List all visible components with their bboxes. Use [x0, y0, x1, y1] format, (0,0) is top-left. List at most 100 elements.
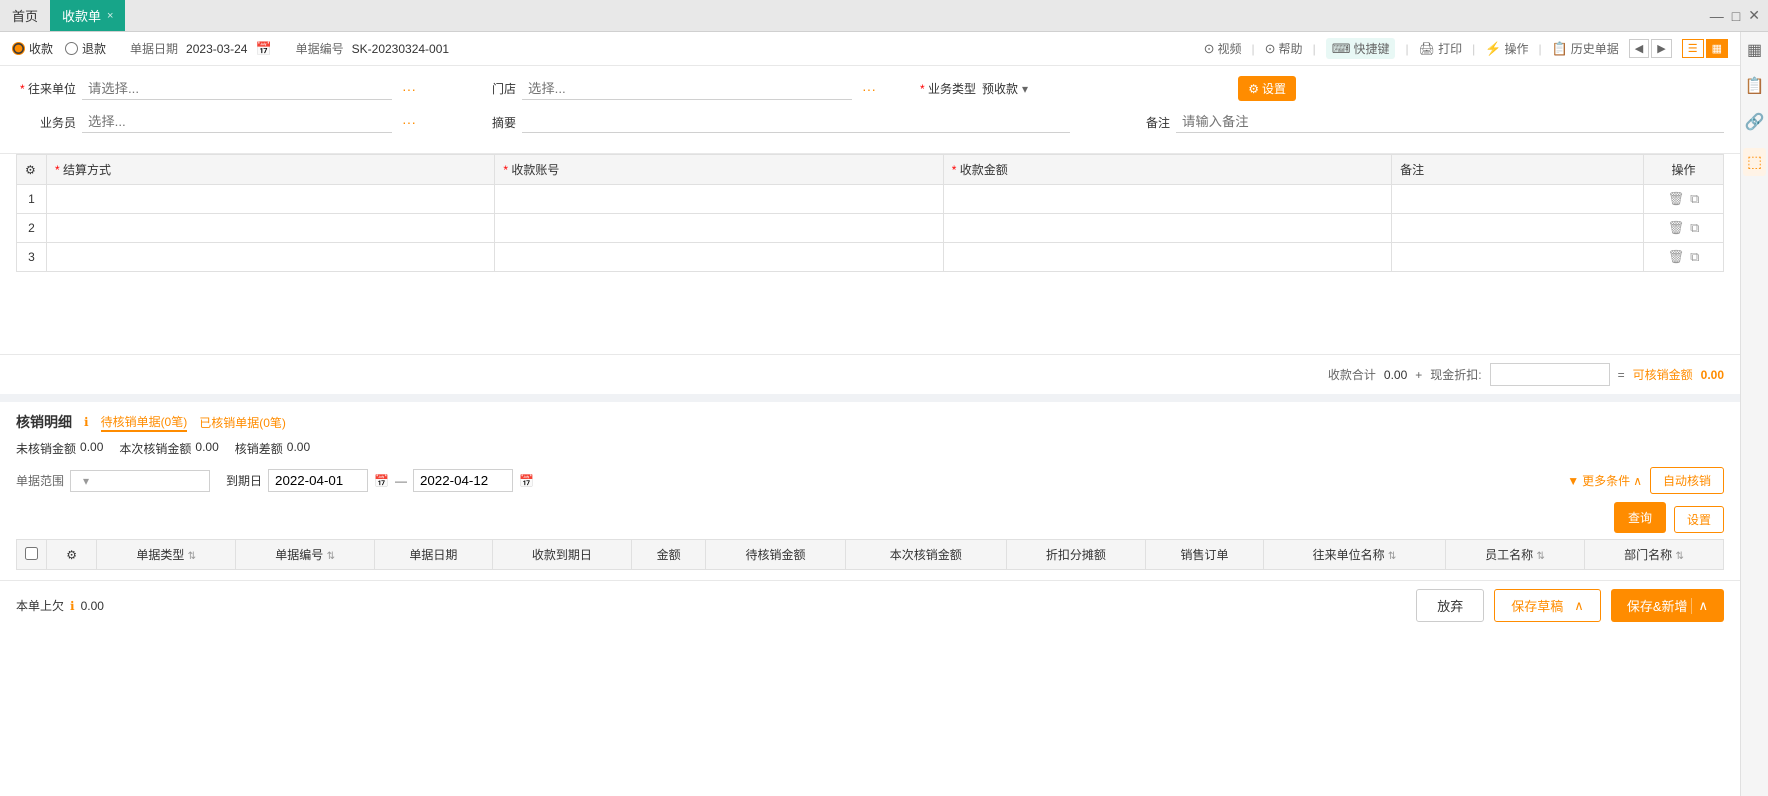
- hexiao-info-icon[interactable]: ℹ: [84, 415, 89, 429]
- discard-button[interactable]: 放弃: [1416, 589, 1484, 622]
- discount-input[interactable]: [1490, 363, 1610, 386]
- row-2-delete-icon[interactable]: 🗑: [1668, 220, 1685, 236]
- biz-type-select[interactable]: 预收款 ▾: [982, 80, 1232, 97]
- range-select[interactable]: ▾: [70, 470, 210, 492]
- video-action[interactable]: ⊙ 视频: [1204, 40, 1242, 57]
- toolbar: 收款 退款 单据日期 2023-03-24 📅 单据编号 SK-20230324…: [0, 32, 1740, 66]
- row-3-delete-icon[interactable]: 🗑: [1668, 249, 1685, 265]
- abstract-input[interactable]: [522, 111, 1070, 133]
- more-cond-label: 更多条件: [1582, 472, 1630, 489]
- counterpart-input[interactable]: [82, 78, 392, 100]
- help-label: 帮助: [1279, 40, 1303, 57]
- salesperson-input[interactable]: [82, 111, 392, 133]
- date-label: 单据日期: [130, 40, 178, 57]
- row-1-account[interactable]: [495, 185, 943, 214]
- amount-col-header: * 收款金额: [943, 155, 1391, 185]
- calendar-icon[interactable]: 📅: [255, 41, 271, 57]
- store-field: 门店 ···: [456, 78, 876, 100]
- calendar-start-icon[interactable]: 📅: [374, 474, 389, 488]
- print-action[interactable]: 🖨 打印: [1419, 40, 1463, 57]
- window-minimize-icon[interactable]: —: [1710, 8, 1724, 24]
- right-panel: ▦ 📋 🔗 ⬚: [1740, 32, 1768, 796]
- row-2-remark[interactable]: [1392, 214, 1644, 243]
- this-rec-value: 0.00: [195, 440, 218, 457]
- save-draft-button[interactable]: 保存草稿 ∧: [1494, 589, 1601, 622]
- right-panel-icon-1[interactable]: ▦: [1747, 40, 1762, 60]
- row-2-amount[interactable]: [943, 214, 1391, 243]
- draft-dropdown-icon[interactable]: ∧: [1567, 598, 1584, 614]
- auto-reconcile-button[interactable]: 自动核销: [1650, 467, 1724, 494]
- hexiao-section: 核销明细 ℹ 待核销单据(0笔) 已核销单据(0笔) 未核销金额 0.00 本次…: [0, 402, 1740, 580]
- employee-col-header[interactable]: 员工名称 ⇅: [1446, 540, 1585, 570]
- remark-input[interactable]: [1176, 111, 1724, 133]
- row-1-remark[interactable]: [1392, 185, 1644, 214]
- radio-receipt[interactable]: 收款: [12, 40, 53, 57]
- shortcut-action[interactable]: ⌨ 快捷键: [1326, 38, 1396, 59]
- amount-col-header2: 金额: [632, 540, 706, 570]
- tab-close-icon[interactable]: ×: [107, 10, 113, 22]
- store-input[interactable]: [522, 78, 852, 100]
- row-3-remark[interactable]: [1392, 243, 1644, 272]
- receipt-table: ⚙ * 结算方式 * 收款账号 * 收款金额: [16, 154, 1724, 272]
- discount-label: 现金折扣:: [1430, 366, 1481, 383]
- right-panel-icon-3[interactable]: 🔗: [1745, 112, 1765, 132]
- account-col-header: * 收款账号: [495, 155, 943, 185]
- row-3-amount[interactable]: [943, 243, 1391, 272]
- calendar-end-icon[interactable]: 📅: [519, 474, 534, 488]
- tab-home[interactable]: 首页: [0, 0, 50, 31]
- row-3-copy-icon[interactable]: ⧉: [1690, 249, 1699, 265]
- window-restore-icon[interactable]: □: [1732, 8, 1740, 24]
- history-action[interactable]: 📋 历史单据: [1552, 40, 1619, 57]
- settings-col-header2[interactable]: ⚙: [47, 540, 97, 570]
- set-button[interactable]: 设置: [1674, 506, 1724, 533]
- settings-gear-icon: ⚙: [1248, 82, 1259, 96]
- range-dropdown-icon: ▾: [83, 474, 89, 488]
- due-date-label: 到期日: [226, 472, 262, 489]
- tab-receipt[interactable]: 收款单 ×: [50, 0, 125, 31]
- tab-home-label: 首页: [12, 6, 38, 25]
- right-panel-icon-2[interactable]: 📋: [1745, 76, 1765, 96]
- doc-type-col-header[interactable]: 单据类型 ⇅: [97, 540, 236, 570]
- counterpart-more-icon[interactable]: ···: [402, 81, 416, 97]
- store-more-icon[interactable]: ···: [862, 81, 876, 97]
- dept-col-header[interactable]: 部门名称 ⇅: [1585, 540, 1724, 570]
- settings-col-header[interactable]: ⚙: [17, 155, 47, 185]
- row-2-num: 2: [17, 214, 47, 243]
- save-new-button[interactable]: 保存&新增 ∧: [1611, 589, 1724, 622]
- select-all-checkbox[interactable]: [25, 547, 38, 560]
- operations-action[interactable]: ⚡ 操作: [1485, 40, 1528, 57]
- query-button[interactable]: 查询: [1614, 502, 1666, 533]
- table-settings-icon: ⚙: [25, 163, 36, 177]
- more-conditions[interactable]: ▼ 更多条件 ∧: [1567, 472, 1642, 489]
- settings-button[interactable]: ⚙ 设置: [1238, 76, 1296, 101]
- row-2-copy-icon[interactable]: ⧉: [1690, 220, 1699, 236]
- row-3-account[interactable]: [495, 243, 943, 272]
- row-2-settlement[interactable]: [47, 214, 495, 243]
- due-date-end[interactable]: [413, 469, 513, 492]
- hexiao-tab-done[interactable]: 已核销单据(0笔): [199, 414, 286, 431]
- limit-info-icon[interactable]: ℹ: [70, 599, 75, 613]
- radio-refund[interactable]: 退款: [65, 40, 106, 57]
- row-1-settlement[interactable]: [47, 185, 495, 214]
- list-view-icon[interactable]: ☰: [1682, 39, 1704, 58]
- right-panel-icon-4[interactable]: ⬚: [1743, 148, 1766, 176]
- radio-receipt-label: 收款: [29, 40, 53, 57]
- hexiao-tab-pending[interactable]: 待核销单据(0笔): [101, 413, 188, 432]
- doc-num-sort-icon: ⇅: [327, 551, 335, 562]
- nav-prev-icon[interactable]: ◀: [1629, 39, 1649, 58]
- nav-next-icon[interactable]: ▶: [1651, 39, 1671, 58]
- row-1-amount[interactable]: [943, 185, 1391, 214]
- row-3-settlement[interactable]: [47, 243, 495, 272]
- save-new-dropdown-icon[interactable]: ∧: [1691, 598, 1708, 614]
- print-label: 打印: [1438, 40, 1462, 57]
- row-2-account[interactable]: [495, 214, 943, 243]
- window-close-icon[interactable]: ✕: [1748, 7, 1760, 24]
- counterpart-col-header[interactable]: 往来单位名称 ⇅: [1263, 540, 1445, 570]
- help-action[interactable]: ⊙ 帮助: [1265, 40, 1303, 57]
- salesperson-more-icon[interactable]: ···: [402, 114, 416, 130]
- row-1-delete-icon[interactable]: 🗑: [1668, 191, 1685, 207]
- grid-view-icon[interactable]: ▦: [1706, 39, 1728, 58]
- due-date-start[interactable]: [268, 469, 368, 492]
- row-1-copy-icon[interactable]: ⧉: [1690, 191, 1699, 207]
- doc-num-col-header[interactable]: 单据编号 ⇅: [236, 540, 375, 570]
